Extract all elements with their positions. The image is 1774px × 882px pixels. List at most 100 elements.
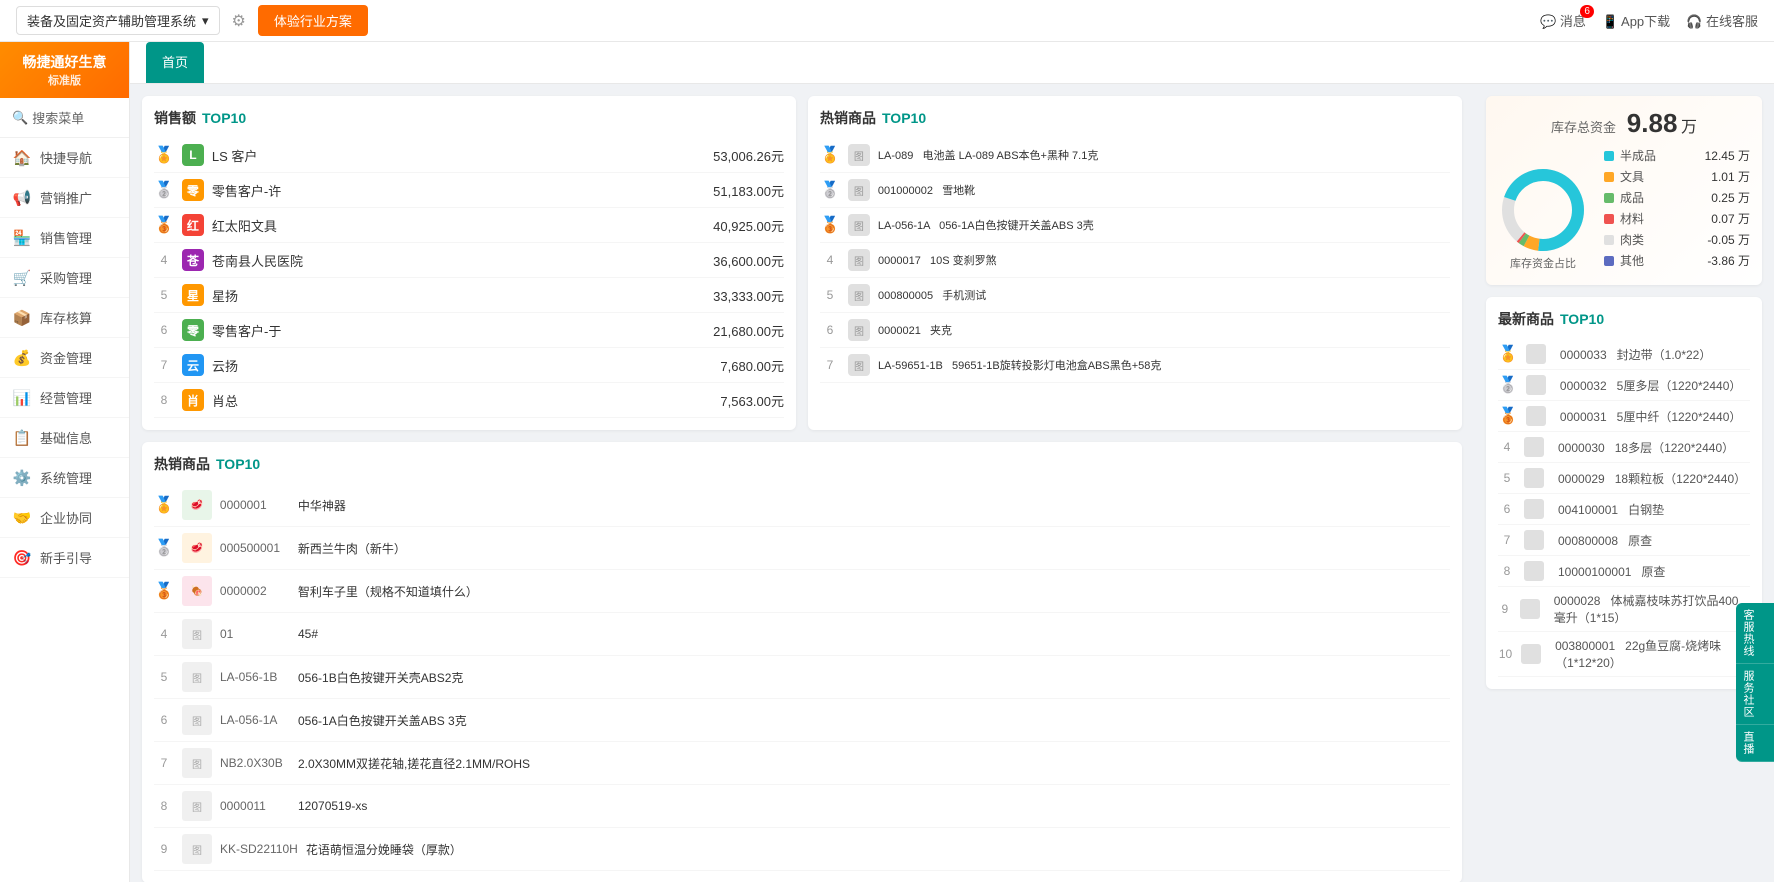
right-panel: 库存总资金 9.88 万 bbox=[1474, 84, 1774, 882]
hot-product-thumb-6: 图 bbox=[182, 705, 212, 735]
marketing-icon: 📢 bbox=[12, 189, 32, 207]
new-product-row: 4 0000030 18多层（1220*2440） bbox=[1498, 432, 1750, 463]
trial-button[interactable]: 体验行业方案 bbox=[258, 5, 368, 36]
medal-icon: 🥉 bbox=[820, 215, 840, 235]
hot-product-thumb-1: 🥩 bbox=[182, 490, 212, 520]
product-thumb-3: 图 bbox=[848, 214, 870, 236]
sidebar-item-inventory[interactable]: 📦 库存核算 bbox=[0, 298, 129, 338]
new-product-row: 7 000800008 原查 bbox=[1498, 525, 1750, 556]
customer-rank-row: 🏅 L LS 客户 53,006.26元 bbox=[154, 138, 784, 173]
sidebar-item-enterprise[interactable]: 🤝 企业协同 bbox=[0, 498, 129, 538]
medal-icon: 🥉 bbox=[1498, 406, 1518, 426]
new-product-row: 5 0000029 18颗粒板（1220*2440） bbox=[1498, 463, 1750, 494]
message-badge: 6 bbox=[1580, 5, 1594, 18]
basic-icon: 📋 bbox=[12, 429, 32, 447]
float-btn-community[interactable]: 服务社区 bbox=[1736, 664, 1774, 725]
medal-icon: 🥈 bbox=[1498, 375, 1518, 395]
search-menu[interactable]: 🔍 搜索菜单 bbox=[0, 98, 129, 138]
settings-icon[interactable]: ⚙ bbox=[232, 11, 246, 31]
hot-product-row: 🥈 🥩 000500001 新西兰牛肉（新牛） bbox=[154, 527, 1450, 570]
legend-dot bbox=[1604, 193, 1614, 203]
legend-item-qita: 其他 -3.86 万 bbox=[1604, 252, 1750, 269]
header-right: 💬 6 消息 📱 App下载 🎧 在线客服 bbox=[1540, 11, 1758, 30]
hot-product-row: 4 图 01 45# bbox=[154, 613, 1450, 656]
new-product-row: 9 0000028 体械嘉枝味苏打饮品400毫升（1*15） bbox=[1498, 587, 1750, 632]
new-product-thumb bbox=[1524, 437, 1544, 457]
sidebar-item-operation[interactable]: 📊 经营管理 bbox=[0, 378, 129, 418]
float-btn-live[interactable]: 直播 bbox=[1736, 725, 1774, 762]
float-btn-hotline[interactable]: 客服热线 bbox=[1736, 603, 1774, 664]
message-wrap[interactable]: 💬 6 消息 bbox=[1540, 11, 1586, 30]
tab-home[interactable]: 首页 bbox=[146, 42, 204, 83]
brand-sub: 标准版 bbox=[48, 72, 81, 88]
hot-product-thumb-7: 图 bbox=[182, 748, 212, 778]
panels-left: 销售额TOP10 🏅 L LS 客户 53,006.26元 🥈 零 零 bbox=[130, 84, 1474, 882]
newest-products-card: 最新商品 TOP10 🏅 0000033 封边带（1.0*22） 🥈 00000… bbox=[1486, 297, 1762, 689]
new-product-thumb bbox=[1520, 599, 1540, 619]
customer-rank-row: 🥈 零 零售客户-许 51,183.00元 bbox=[154, 173, 784, 208]
legend-dot bbox=[1604, 151, 1614, 161]
product-thumb-5: 图 bbox=[848, 284, 870, 306]
product-thumb-7: 图 bbox=[848, 354, 870, 376]
system-icon: ⚙️ bbox=[12, 469, 32, 487]
online-service[interactable]: 🎧 在线客服 bbox=[1686, 11, 1758, 30]
app-download[interactable]: 📱 App下载 bbox=[1602, 11, 1670, 30]
medal-icon-2: 🥈 bbox=[154, 180, 174, 200]
sidebar-item-sales[interactable]: 🏪 销售管理 bbox=[0, 218, 129, 258]
content-area: 首页 销售额TOP10 🏅 L LS bbox=[130, 42, 1774, 882]
legend-item-cailiao: 材料 0.07 万 bbox=[1604, 210, 1750, 227]
inventory-amount: 9.88 bbox=[1627, 108, 1678, 138]
medal-icon-3: 🥉 bbox=[154, 215, 174, 235]
new-product-row: 🥈 0000032 5厘多层（1220*2440） bbox=[1498, 370, 1750, 401]
product-rank-row: 🥈 图 001000002 雪地靴 bbox=[820, 173, 1450, 208]
product-rank-row: 🏅 图 LA-089 电池盖 LA-089 ABS本色+黑种 7.1克 bbox=[820, 138, 1450, 173]
inventory-title: 库存总资金 bbox=[1551, 120, 1616, 135]
home-icon: 🏠 bbox=[12, 149, 32, 167]
customer-badge-7: 云 bbox=[182, 354, 204, 376]
headset-icon: 🎧 bbox=[1686, 14, 1702, 29]
hot-product-row: 8 图 0000011 12070519-xs bbox=[154, 785, 1450, 828]
sidebar-item-marketing[interactable]: 📢 营销推广 bbox=[0, 178, 129, 218]
product-thumb-4: 图 bbox=[848, 249, 870, 271]
products-sold-title: 热销商品 TOP10 bbox=[820, 108, 1450, 128]
customer-badge-8: 肖 bbox=[182, 389, 204, 411]
donut-label: 库存资金占比 bbox=[1498, 255, 1588, 271]
sidebar-item-quick-nav[interactable]: 🏠 快捷导航 bbox=[0, 138, 129, 178]
new-product-row: 🏅 0000033 封边带（1.0*22） bbox=[1498, 339, 1750, 370]
sidebar-item-guide[interactable]: 🎯 新手引导 bbox=[0, 538, 129, 578]
new-product-row: 6 004100001 白钢垫 bbox=[1498, 494, 1750, 525]
medal-icon: 🥈 bbox=[154, 538, 174, 558]
customer-badge-2: 零 bbox=[182, 179, 204, 201]
customer-badge-3: 红 bbox=[182, 214, 204, 236]
system-selector[interactable]: 装备及固定资产辅助管理系统 ▾ bbox=[16, 6, 220, 35]
sidebar-item-system[interactable]: ⚙️ 系统管理 bbox=[0, 458, 129, 498]
hot-product-thumb-4: 图 bbox=[182, 619, 212, 649]
brand-name: 畅捷通好生意 bbox=[23, 52, 107, 72]
sidebar-item-basic[interactable]: 📋 基础信息 bbox=[0, 418, 129, 458]
new-product-thumb bbox=[1526, 344, 1546, 364]
inventory-unit: 万 bbox=[1681, 119, 1697, 136]
new-product-row: 8 10000100001 原查 bbox=[1498, 556, 1750, 587]
guide-icon: 🎯 bbox=[12, 549, 32, 567]
new-product-thumb bbox=[1524, 499, 1544, 519]
product-rank-row: 🥉 图 LA-056-1A 056-1A白色按键开关盖ABS 3壳 bbox=[820, 208, 1450, 243]
customer-badge-6: 零 bbox=[182, 319, 204, 341]
customer-rank-row: 7 云 云扬 7,680.00元 bbox=[154, 348, 784, 383]
hot-product-row: 5 图 LA-056-1B 056-1B白色按键开关壳ABS2克 bbox=[154, 656, 1450, 699]
hot-product-row: 🥉 🍖 0000002 智利车子里（规格不知道填什么） bbox=[154, 570, 1450, 613]
phone-icon: 📱 bbox=[1602, 14, 1618, 29]
hot-product-thumb-5: 图 bbox=[182, 662, 212, 692]
sales-icon: 🏪 bbox=[12, 229, 32, 247]
hot-product-thumb-9: 图 bbox=[182, 834, 212, 864]
new-product-thumb bbox=[1526, 406, 1546, 426]
header-left: 装备及固定资产辅助管理系统 ▾ ⚙ 体验行业方案 bbox=[16, 5, 368, 36]
new-product-thumb bbox=[1521, 644, 1541, 664]
hot-product-row: 7 图 NB2.0X30B 2.0X30MM双搓花轴,搓花直径2.1MM/ROH… bbox=[154, 742, 1450, 785]
sidebar-item-finance[interactable]: 💰 资金管理 bbox=[0, 338, 129, 378]
new-product-row: 10 003800001 22g鱼豆腐-烧烤味（1*12*20） bbox=[1498, 632, 1750, 677]
sidebar-item-purchase[interactable]: 🛒 采购管理 bbox=[0, 258, 129, 298]
legend-list: 半成品 12.45 万 文具 1.01 万 成品 0 bbox=[1604, 147, 1750, 273]
product-thumb-2: 图 bbox=[848, 179, 870, 201]
customer-top10-title: 销售额TOP10 bbox=[154, 108, 784, 128]
search-icon: 🔍 bbox=[12, 110, 28, 126]
